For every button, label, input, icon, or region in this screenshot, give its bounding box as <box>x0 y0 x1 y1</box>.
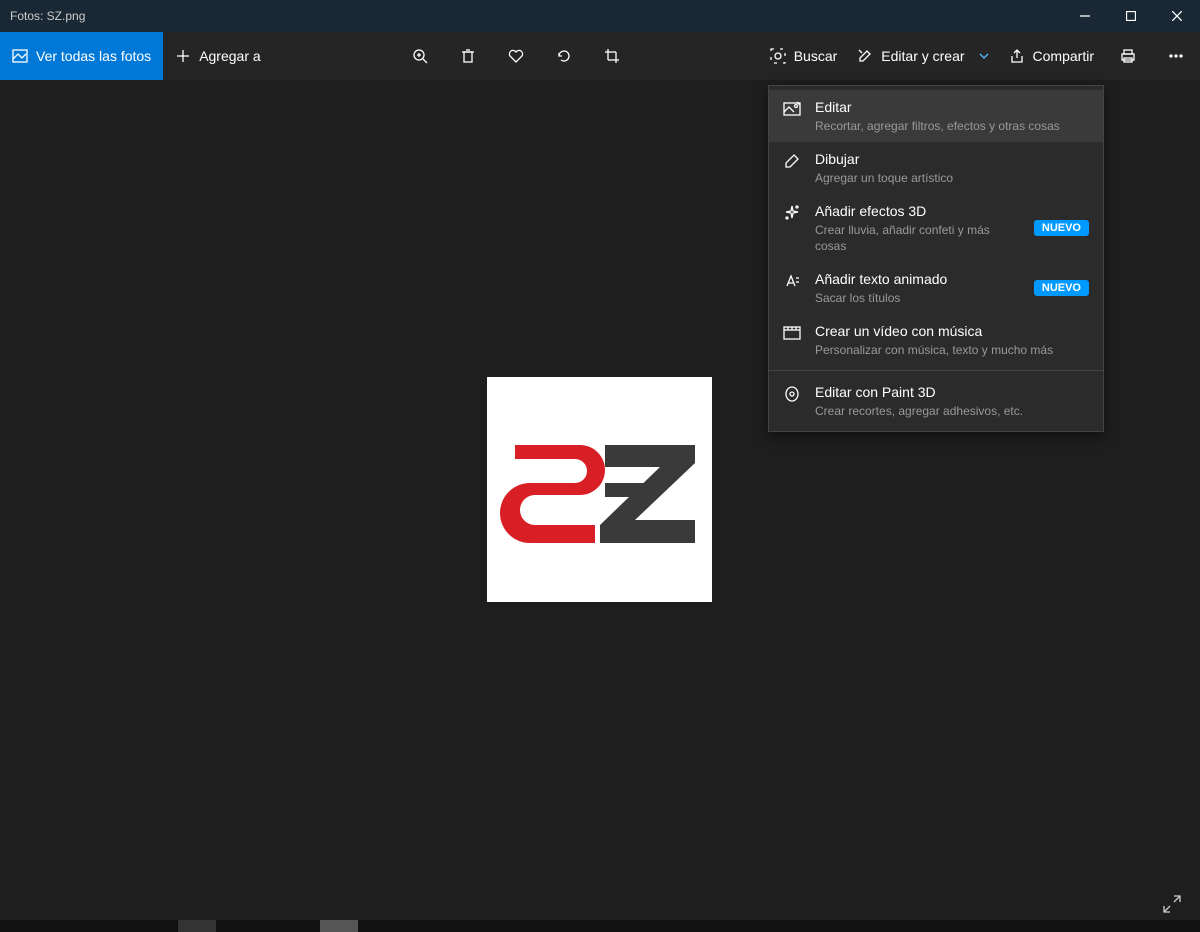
toolbar-center <box>396 32 636 80</box>
new-badge: NUEVO <box>1034 280 1089 296</box>
visual-search-icon <box>770 48 786 64</box>
dd-sub: Crear recortes, agregar adhesivos, etc. <box>815 403 1089 419</box>
add-to-button[interactable]: Agregar a <box>163 32 272 80</box>
taskbar-item[interactable] <box>178 920 216 932</box>
dd-title: Añadir efectos 3D <box>815 202 1020 220</box>
titlebar: Fotos: SZ.png <box>0 0 1200 32</box>
maximize-button[interactable] <box>1108 0 1154 32</box>
dropdown-item-draw[interactable]: Dibujar Agregar un toque artístico <box>769 142 1103 194</box>
chevron-down-icon <box>979 48 989 64</box>
dd-sub: Sacar los títulos <box>815 290 1020 306</box>
toolbar-right: Buscar Editar y crear Compartir <box>760 32 1200 80</box>
new-badge: NUEVO <box>1034 220 1089 236</box>
dd-sub: Agregar un toque artístico <box>815 170 1089 186</box>
dd-title: Editar <box>815 98 1089 116</box>
edit-photo-icon <box>783 100 801 118</box>
dropdown-item-edit[interactable]: Editar Recortar, agregar filtros, efecto… <box>769 90 1103 142</box>
view-all-photos-button[interactable]: Ver todas las fotos <box>0 32 163 80</box>
dropdown-item-3d-effects[interactable]: Añadir efectos 3D Crear lluvia, añadir c… <box>769 194 1103 262</box>
taskbar <box>0 920 1200 932</box>
window-controls <box>1062 0 1200 32</box>
window-title: Fotos: SZ.png <box>0 9 85 23</box>
photo-icon <box>12 48 28 64</box>
dropdown-item-paint3d[interactable]: Editar con Paint 3D Crear recortes, agre… <box>769 375 1103 427</box>
plus-icon <box>175 48 191 64</box>
pen-icon <box>783 152 801 170</box>
taskbar-item[interactable] <box>320 920 358 932</box>
more-button[interactable] <box>1152 32 1200 80</box>
edit-create-button[interactable]: Editar y crear <box>847 48 998 64</box>
share-icon <box>1009 48 1025 64</box>
displayed-image <box>487 377 712 602</box>
dd-sub: Recortar, agregar filtros, efectos y otr… <box>815 118 1089 134</box>
rotate-button[interactable] <box>540 32 588 80</box>
dd-title: Dibujar <box>815 150 1089 168</box>
search-button[interactable]: Buscar <box>760 48 848 64</box>
share-button[interactable]: Compartir <box>999 48 1104 64</box>
zoom-button[interactable] <box>396 32 444 80</box>
edit-create-label: Editar y crear <box>881 48 964 64</box>
text-icon <box>783 272 801 290</box>
dropdown-item-video-music[interactable]: Crear un vídeo con música Personalizar c… <box>769 314 1103 366</box>
close-button[interactable] <box>1154 0 1200 32</box>
dd-title: Crear un vídeo con música <box>815 322 1089 340</box>
delete-button[interactable] <box>444 32 492 80</box>
crop-button[interactable] <box>588 32 636 80</box>
video-icon <box>783 324 801 342</box>
toolbar: Ver todas las fotos Agregar a Buscar Edi… <box>0 32 1200 80</box>
dd-sub: Crear lluvia, añadir confeti y más cosas <box>815 222 1020 254</box>
minimize-button[interactable] <box>1062 0 1108 32</box>
dd-title: Añadir texto animado <box>815 270 1020 288</box>
share-label: Compartir <box>1033 48 1094 64</box>
view-all-label: Ver todas las fotos <box>36 48 151 64</box>
edit-icon <box>857 48 873 64</box>
paint3d-icon <box>783 385 801 403</box>
dropdown-item-animated-text[interactable]: Añadir texto animado Sacar los títulos N… <box>769 262 1103 314</box>
sz-logo <box>500 425 700 555</box>
add-to-label: Agregar a <box>199 48 260 64</box>
print-button[interactable] <box>1104 32 1152 80</box>
favorite-button[interactable] <box>492 32 540 80</box>
dd-title: Editar con Paint 3D <box>815 383 1089 401</box>
dropdown-separator <box>769 370 1103 371</box>
search-label: Buscar <box>794 48 838 64</box>
fullscreen-button[interactable] <box>1160 892 1184 916</box>
edit-create-dropdown: Editar Recortar, agregar filtros, efecto… <box>768 85 1104 432</box>
sparkle-icon <box>783 204 801 222</box>
dd-sub: Personalizar con música, texto y mucho m… <box>815 342 1089 358</box>
